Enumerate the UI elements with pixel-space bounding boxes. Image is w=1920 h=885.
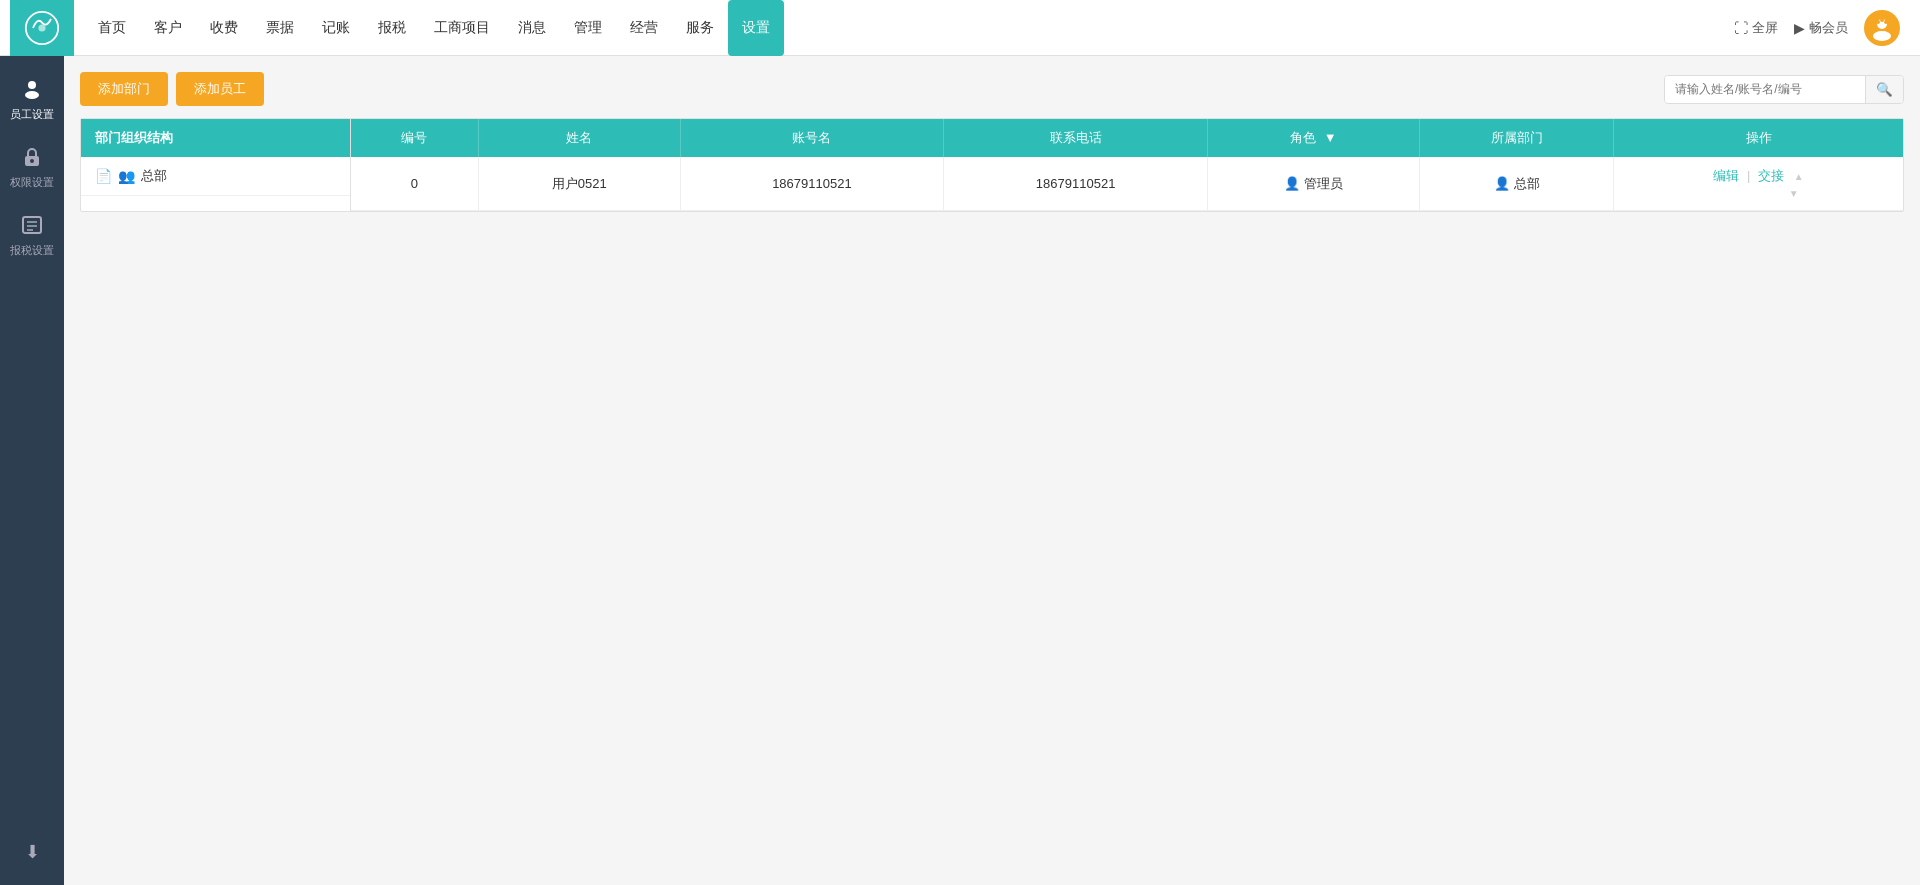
edit-link[interactable]: 编辑 <box>1713 168 1739 183</box>
sidebar: 员工设置 权限设置 报税设置 <box>0 56 64 885</box>
main-layout: 员工设置 权限设置 报税设置 <box>0 56 1920 885</box>
user-group-icon: 👥 <box>118 168 135 184</box>
employee-table: 编号 姓名 账号名 联系电话 角色 ▼ 所属部门 操作 <box>351 119 1903 211</box>
cell-dept: 👤 总部 <box>1419 157 1613 211</box>
tree-item-general[interactable]: 📄 👥 总部 <box>81 157 350 196</box>
content-area: 添加部门 添加员工 🔍 部门组织结构 📄 👥 总部 <box>64 56 1920 885</box>
svg-point-5 <box>1880 18 1884 22</box>
col-account: 账号名 <box>680 119 944 157</box>
nav-business[interactable]: 工商项目 <box>420 0 504 56</box>
table-row: 0 用户0521 18679110521 18679110521 👤 管理员 <box>351 157 1903 211</box>
video-icon: ▶ <box>1794 20 1805 36</box>
download-icon: ⬇ <box>25 841 40 863</box>
employee-icon <box>21 78 43 103</box>
app-logo <box>10 0 74 56</box>
nav-service[interactable]: 服务 <box>672 0 728 56</box>
dept-name: 总部 <box>141 167 167 185</box>
content-split: 部门组织结构 📄 👥 总部 编号 姓名 账号名 联系电话 <box>80 118 1904 212</box>
svg-point-3 <box>1873 31 1891 41</box>
cell-actions: 编辑 | 交接 ▲ ▼ <box>1614 157 1903 211</box>
member-label: 畅会员 <box>1809 19 1848 37</box>
nav-items: 首页 客户 收费 票据 记账 报税 工商项目 消息 管理 经营 服务 设置 <box>74 0 1734 56</box>
cell-role: 👤 管理员 <box>1207 157 1419 211</box>
top-nav-right: ⛶ 全屏 ▶ 畅会员 <box>1734 10 1910 46</box>
cell-id: 0 <box>351 157 478 211</box>
nav-operation[interactable]: 经营 <box>616 0 672 56</box>
table-header-row: 编号 姓名 账号名 联系电话 角色 ▼ 所属部门 操作 <box>351 119 1903 157</box>
col-role: 角色 ▼ <box>1207 119 1419 157</box>
cell-account: 18679110521 <box>680 157 944 211</box>
cell-name: 用户0521 <box>478 157 680 211</box>
role-user-icon: 👤 <box>1284 176 1300 191</box>
col-name: 姓名 <box>478 119 680 157</box>
top-nav: 首页 客户 收费 票据 记账 报税 工商项目 消息 管理 经营 服务 设置 ⛶ … <box>0 0 1920 56</box>
sidebar-item-permission[interactable]: 权限设置 <box>0 134 64 202</box>
nav-tax[interactable]: 报税 <box>364 0 420 56</box>
search-box: 🔍 <box>1664 75 1904 104</box>
sidebar-employee-label: 员工设置 <box>10 107 54 122</box>
tax-settings-icon <box>21 214 43 239</box>
add-employee-button[interactable]: 添加员工 <box>176 72 264 106</box>
sidebar-item-taxsettings[interactable]: 报税设置 <box>0 202 64 270</box>
sidebar-taxsettings-label: 报税设置 <box>10 243 54 258</box>
svg-point-8 <box>25 91 39 99</box>
search-icon: 🔍 <box>1876 82 1893 97</box>
dept-user-icon: 👤 <box>1494 176 1510 191</box>
transfer-link[interactable]: 交接 <box>1758 168 1784 183</box>
file-icon: 📄 <box>95 168 112 184</box>
search-input[interactable] <box>1665 76 1865 102</box>
nav-settings[interactable]: 设置 <box>728 0 784 56</box>
nav-manage[interactable]: 管理 <box>560 0 616 56</box>
member-btn[interactable]: ▶ 畅会员 <box>1794 19 1848 37</box>
action-separator: | <box>1747 168 1750 183</box>
nav-fee[interactable]: 收费 <box>196 0 252 56</box>
col-phone: 联系电话 <box>944 119 1208 157</box>
nav-client[interactable]: 客户 <box>140 0 196 56</box>
nav-message[interactable]: 消息 <box>504 0 560 56</box>
sidebar-permission-label: 权限设置 <box>10 175 54 190</box>
add-dept-button[interactable]: 添加部门 <box>80 72 168 106</box>
fullscreen-icon: ⛶ <box>1734 20 1748 36</box>
filter-icon[interactable]: ▼ <box>1324 130 1337 145</box>
user-avatar[interactable] <box>1864 10 1900 46</box>
fullscreen-btn[interactable]: ⛶ 全屏 <box>1734 19 1778 37</box>
tree-panel: 部门组织结构 📄 👥 总部 <box>81 119 351 211</box>
svg-point-10 <box>30 159 34 163</box>
lock-icon <box>22 146 42 171</box>
scroll-down-arrow[interactable]: ▼ <box>1789 188 1799 199</box>
svg-point-7 <box>28 81 36 89</box>
toolbar: 添加部门 添加员工 🔍 <box>80 72 1904 106</box>
col-id: 编号 <box>351 119 478 157</box>
nav-home[interactable]: 首页 <box>84 0 140 56</box>
scroll-up-arrow[interactable]: ▲ <box>1794 171 1804 182</box>
svg-point-6 <box>1884 20 1888 24</box>
tree-panel-header: 部门组织结构 <box>81 119 350 157</box>
fullscreen-label: 全屏 <box>1752 19 1778 37</box>
search-button[interactable]: 🔍 <box>1865 76 1903 103</box>
svg-point-4 <box>1876 20 1880 24</box>
sidebar-item-employee[interactable]: 员工设置 <box>0 66 64 134</box>
sidebar-bottom-btn[interactable]: ⬇ <box>0 829 64 875</box>
svg-point-1 <box>38 24 45 31</box>
col-actions: 操作 <box>1614 119 1903 157</box>
table-panel: 编号 姓名 账号名 联系电话 角色 ▼ 所属部门 操作 <box>351 119 1903 211</box>
nav-bookkeeping[interactable]: 记账 <box>308 0 364 56</box>
col-dept: 所属部门 <box>1419 119 1613 157</box>
nav-invoice[interactable]: 票据 <box>252 0 308 56</box>
cell-phone: 18679110521 <box>944 157 1208 211</box>
